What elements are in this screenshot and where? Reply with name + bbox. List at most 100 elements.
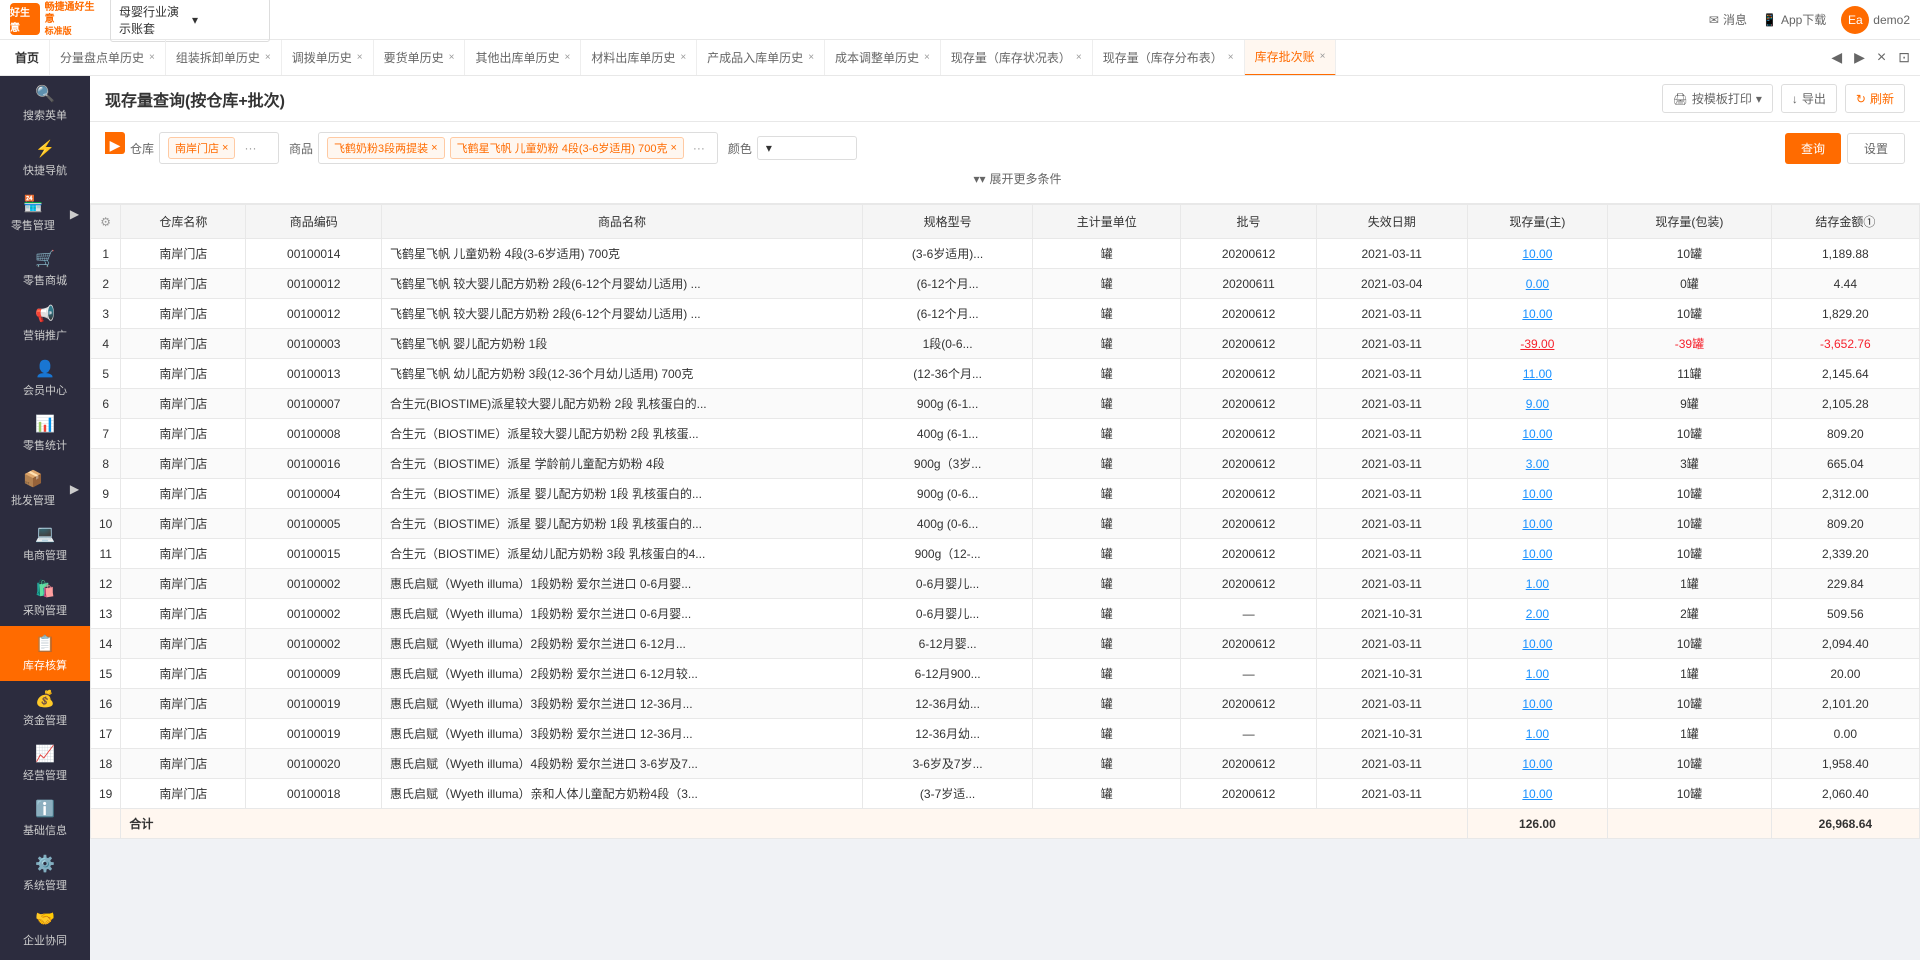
stats-icon: 📊 [35,414,55,434]
goods-input[interactable]: 飞鹤奶粉3段两提装 × 飞鹤星飞帆 儿童奶粉 4段(3-6岁适用) 700克 ×… [318,132,718,164]
sidebar-item-purchase[interactable]: 🛍️ 采购管理 [0,571,90,626]
tab-close-yaohuo[interactable]: × [449,52,455,63]
sidebar-item-nav[interactable]: ⚡ 快捷导航 [0,131,90,186]
cell-expiry: 2021-03-11 [1316,299,1467,329]
sidebar-item-retail-mgmt[interactable]: 🏪 零售管理 ▶ [0,186,90,241]
tab-close-zuzhuang[interactable]: × [265,52,271,63]
table-row: 5 南岸门店 00100013 飞鹤星飞帆 幼儿配方奶粉 3段(12-36个月幼… [91,359,1920,389]
warehouse-tag-close[interactable]: × [222,142,228,154]
tab-prev-arrow[interactable]: ◀ [1826,47,1847,68]
tab-close-all[interactable]: × [1872,47,1891,69]
tab-xiancun-status[interactable]: 现存量（库存状况表） × [941,40,1093,76]
tab-close-xiancun-dist[interactable]: × [1228,52,1234,63]
sidebar-item-ecom[interactable]: 💻 电商管理 [0,516,90,571]
tab-close-diaoba[interactable]: × [357,52,363,63]
tab-fenliang[interactable]: 分量盘点单历史 × [50,40,166,76]
cell-qty-pkg: 10罐 [1608,509,1772,539]
cell-spec: 400g (0-6... [863,509,1033,539]
refresh-icon: ↻ [1856,92,1866,106]
tab-home[interactable]: 首页 [5,40,50,76]
tab-kucun-batch[interactable]: 库存批次账 × [1245,40,1337,76]
sidebar-item-finance[interactable]: 💰 资金管理 [0,681,90,736]
sidebar-label-member: 会员中心 [23,382,67,398]
sidebar-item-search[interactable]: 🔍 搜索英单 [0,76,90,131]
query-button[interactable]: 查询 [1785,133,1841,164]
sidebar-item-basic[interactable]: ℹ️ 基础信息 [0,791,90,846]
tab-diaoba[interactable]: 调拨单历史 × [282,40,374,76]
tab-yaohuo[interactable]: 要货单历史 × [374,40,466,76]
sidebar-item-inventory[interactable]: 📋 库存核算 [0,626,90,681]
sidebar-item-wholesale[interactable]: 📦 批发管理 ▶ [0,461,90,516]
goods-tag-2-close[interactable]: × [670,142,676,154]
sidebar-item-mgmt[interactable]: 📈 经营管理 [0,736,90,791]
setting-button[interactable]: 设置 [1847,133,1905,164]
total-label: 合计 [121,809,1467,839]
main-content: 现存量查询(按仓库+批次) 🖨 按模板打印 ▾ ↓ 导出 ↻ 刷新 [90,76,1920,960]
tab-close-kucun-batch[interactable]: × [1320,51,1326,62]
th-spec: 规格型号 [863,205,1033,239]
cell-code: 00100012 [246,299,381,329]
cell-amount: 4.44 [1771,269,1919,299]
refresh-button[interactable]: ↻ 刷新 [1845,84,1905,113]
expand-more-conditions[interactable]: ▾▾ 展开更多条件 [130,164,1905,193]
tab-close-chengben[interactable]: × [924,52,930,63]
cell-unit: 罐 [1033,299,1181,329]
color-input[interactable]: ▾ [757,136,857,160]
cell-spec: 900g (6-1... [863,389,1033,419]
tab-zuzhuang[interactable]: 组装拆卸单历史 × [166,40,282,76]
user-area[interactable]: Ea demo2 [1841,6,1910,34]
table-row: 6 南岸门店 00100007 合生元(BIOSTIME)派星较大婴儿配方奶粉 … [91,389,1920,419]
tab-close-xiancun-status[interactable]: × [1076,52,1082,63]
cell-no: 5 [91,359,121,389]
inventory-table: ⚙ 仓库名称 商品编码 商品名称 规格型号 主计量单位 批号 失效日期 现存量(… [90,204,1920,839]
page-title: 现存量查询(按仓库+批次) [105,87,1652,111]
tab-cailiaochu[interactable]: 材料出库单历史 × [581,40,697,76]
warehouse-more-btn[interactable]: ··· [240,141,260,155]
cell-warehouse: 南岸门店 [121,509,246,539]
tab-expand[interactable]: ⊡ [1893,47,1915,68]
tab-next-arrow[interactable]: ▶ [1849,47,1870,68]
tab-chanchenpin[interactable]: 产成品入库单历史 × [697,40,825,76]
tab-close-chanchenpin[interactable]: × [808,52,814,63]
cell-no: 17 [91,719,121,749]
warehouse-label: 仓库 [130,140,154,157]
cell-batch: 20200612 [1181,359,1316,389]
goods-more-btn[interactable]: ··· [689,141,709,155]
table-body: 1 南岸门店 00100014 飞鹤星飞帆 儿童奶粉 4段(3-6岁适用) 70… [91,239,1920,809]
message-btn[interactable]: ✉ 消息 [1709,11,1747,28]
tab-close-cailiaochu[interactable]: × [680,52,686,63]
tab-qitachu[interactable]: 其他出库单历史 × [465,40,581,76]
cell-code: 00100002 [246,629,381,659]
sidebar-item-collab[interactable]: 🤝 企业协同 [0,901,90,956]
warehouse-input[interactable]: 南岸门店 × ··· [159,132,279,164]
sidebar-item-member[interactable]: 👤 会员中心 [0,351,90,406]
cell-code: 00100018 [246,779,381,809]
sidebar-label-shop: 零售商城 [23,272,67,288]
inventory-icon: 📋 [35,634,55,654]
sidebar-item-stats[interactable]: 📊 零售统计 [0,406,90,461]
cell-expiry: 2021-10-31 [1316,659,1467,689]
cell-qty-main: 10.00 [1467,629,1607,659]
tab-close-qitachu[interactable]: × [564,52,570,63]
cell-qty-pkg: -39罐 [1608,329,1772,359]
print-button[interactable]: 🖨 按模板打印 ▾ [1662,84,1773,113]
tab-xiancun-dist[interactable]: 现存量（库存分布表） × [1093,40,1245,76]
sidebar-item-marketing[interactable]: 📢 营销推广 [0,296,90,351]
th-settings[interactable]: ⚙ [91,205,121,239]
cell-unit: 罐 [1033,629,1181,659]
app-download-btn[interactable]: 📱 App下载 [1762,11,1826,28]
tab-chengben[interactable]: 成本调整单历史 × [825,40,941,76]
settings-gear-icon[interactable]: ⚙ [100,215,111,229]
filter-expand-arrow[interactable]: ▶ [105,132,125,154]
cell-qty-main: 10.00 [1467,479,1607,509]
company-selector[interactable]: 母婴行业演示账套 ▾ [110,0,270,42]
export-button[interactable]: ↓ 导出 [1781,84,1837,113]
cell-name: 飞鹤星飞帆 儿童奶粉 4段(3-6岁适用) 700克 [381,239,862,269]
sidebar-item-system[interactable]: ⚙️ 系统管理 [0,846,90,901]
sidebar-item-guide[interactable]: 🎯 新手引导 [0,956,90,960]
tab-close-fenliang[interactable]: × [149,52,155,63]
cell-spec: (3-7岁适... [863,779,1033,809]
goods-tag-1-close[interactable]: × [431,142,437,154]
cell-batch: 20200612 [1181,509,1316,539]
sidebar-item-shop[interactable]: 🛒 零售商城 [0,241,90,296]
